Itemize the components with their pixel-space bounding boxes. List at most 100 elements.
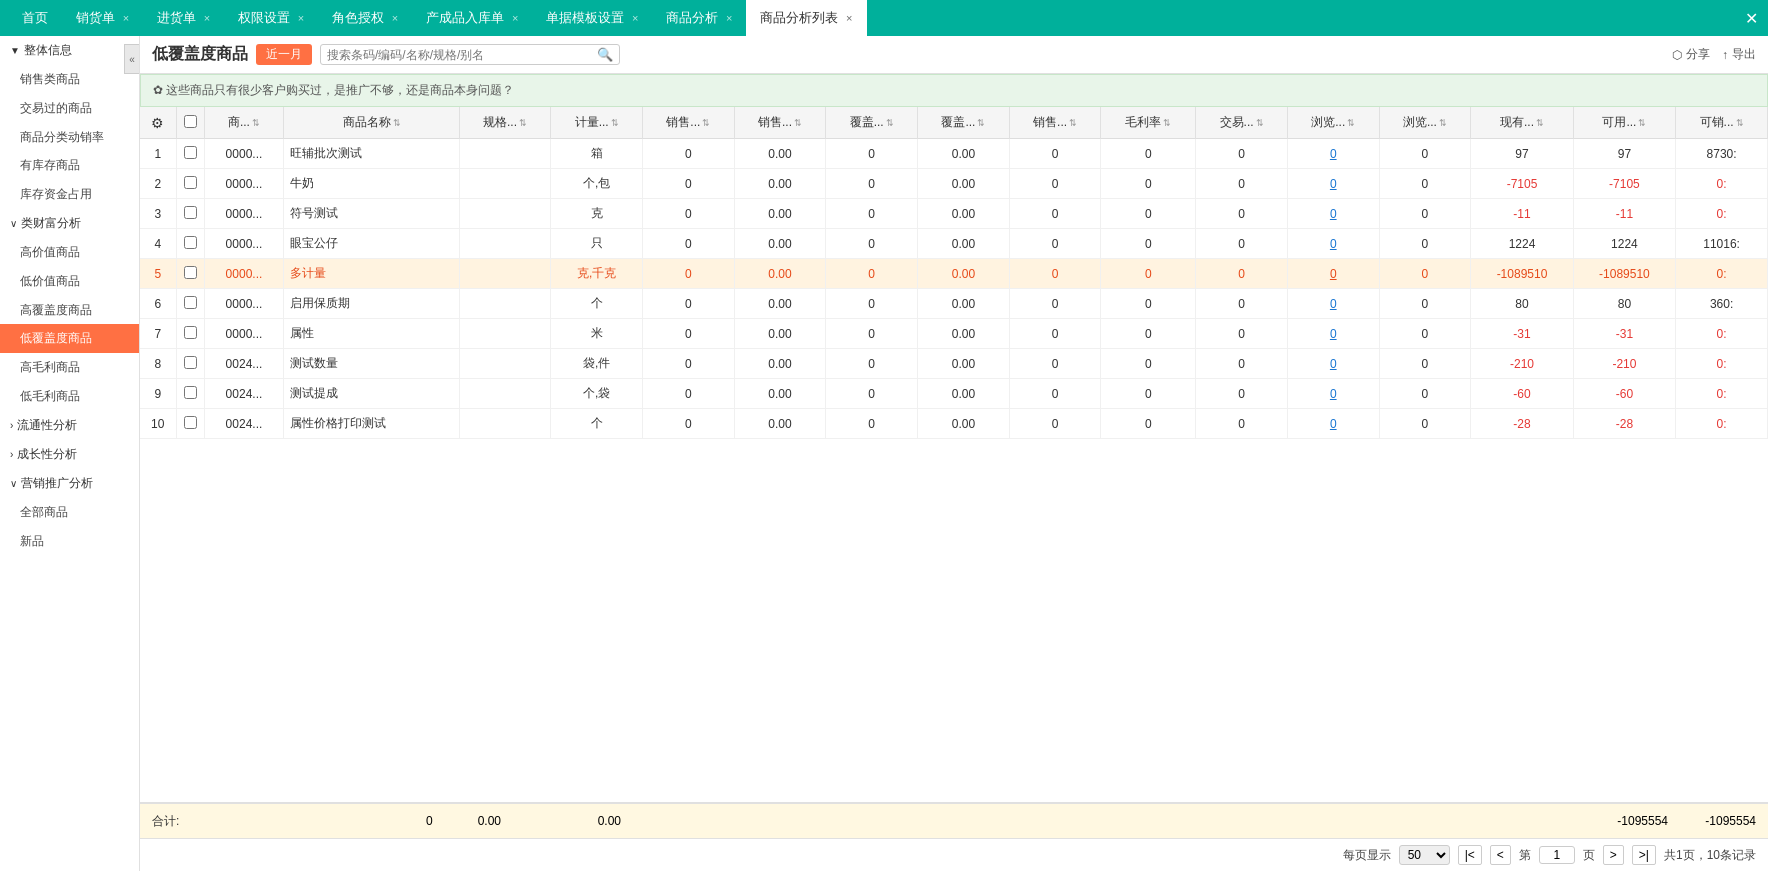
th-check[interactable] <box>176 107 204 139</box>
nav-sales-close[interactable]: × <box>123 12 129 24</box>
th-sellable: 可销...⇅ <box>1676 107 1768 139</box>
share-btn[interactable]: ⬡ 分享 <box>1672 46 1710 63</box>
row-checkbox[interactable] <box>176 229 204 259</box>
row-select-checkbox[interactable] <box>184 356 197 369</box>
first-page-btn[interactable]: |< <box>1458 845 1482 865</box>
row-available: -60 <box>1573 379 1675 409</box>
sidebar-item-low-margin[interactable]: 低毛利商品 <box>0 382 139 411</box>
section-arrow-overall: ▼ <box>10 45 20 56</box>
sidebar-item-low-value[interactable]: 低价值商品 <box>0 267 139 296</box>
sidebar-item-low-coverage[interactable]: 低覆盖度商品 <box>0 324 139 353</box>
sidebar-item-traded-goods[interactable]: 交易过的商品 <box>0 94 139 123</box>
select-all-checkbox[interactable] <box>184 115 197 128</box>
row-select-checkbox[interactable] <box>184 206 197 219</box>
nav-analysis-list-close[interactable]: × <box>846 12 852 24</box>
row-cov2: 0.00 <box>918 259 1010 289</box>
last-page-btn[interactable]: >| <box>1632 845 1656 865</box>
row-current: -7105 <box>1471 169 1573 199</box>
page-size-select[interactable]: 50 10 20 100 <box>1399 845 1450 865</box>
sidebar-item-high-margin[interactable]: 高毛利商品 <box>0 353 139 382</box>
nav-sales[interactable]: 销货单 × <box>62 0 143 36</box>
row-select-checkbox[interactable] <box>184 386 197 399</box>
row-browse1[interactable]: 0 <box>1287 199 1379 229</box>
nav-analysis[interactable]: 商品分析 × <box>652 0 746 36</box>
row-checkbox[interactable] <box>176 379 204 409</box>
row-checkbox[interactable] <box>176 139 204 169</box>
sidebar-item-category-rate[interactable]: 商品分类动销率 <box>0 123 139 152</box>
row-browse1[interactable]: 0 <box>1287 319 1379 349</box>
row-browse2: 0 <box>1379 349 1471 379</box>
nav-analysis-list[interactable]: 商品分析列表 × <box>746 0 866 36</box>
page-input[interactable] <box>1539 846 1575 864</box>
row-browse1[interactable]: 0 <box>1287 379 1379 409</box>
row-browse1[interactable]: 0 <box>1287 409 1379 439</box>
prev-page-btn[interactable]: < <box>1490 845 1511 865</box>
row-num: 8 <box>140 349 176 379</box>
row-sale3: 0 <box>1009 199 1101 229</box>
nav-home[interactable]: 首页 <box>8 0 62 36</box>
nav-permission-close[interactable]: × <box>298 12 304 24</box>
row-code: 0000... <box>204 229 284 259</box>
total-current: -1095554 <box>1588 814 1668 828</box>
table-container[interactable]: ⚙ 商...⇅ 商品名称⇅ 规格...⇅ 计量...⇅ 销售...⇅ 销售...… <box>140 107 1768 802</box>
sidebar-item-sales-goods[interactable]: 销售类商品 <box>0 65 139 94</box>
search-input[interactable] <box>327 48 597 62</box>
nav-analysis-close[interactable]: × <box>726 12 732 24</box>
window-close-btn[interactable]: ✕ <box>1745 9 1758 28</box>
search-icon[interactable]: 🔍 <box>597 47 613 62</box>
row-checkbox[interactable] <box>176 349 204 379</box>
nav-template-close[interactable]: × <box>632 12 638 24</box>
total-sale-qty: 0 <box>399 814 459 828</box>
nav-role-close[interactable]: × <box>392 12 398 24</box>
row-checkbox[interactable] <box>176 199 204 229</box>
next-page-btn[interactable]: > <box>1603 845 1624 865</box>
sidebar-section-overall[interactable]: ▼ 整体信息 <box>0 36 139 65</box>
nav-production-close[interactable]: × <box>512 12 518 24</box>
sidebar-collapse-btn[interactable]: « <box>124 44 140 74</box>
export-btn[interactable]: ↑ 导出 <box>1722 46 1756 63</box>
filter-btn[interactable]: 近一月 <box>256 44 312 65</box>
row-browse1[interactable]: 0 <box>1287 289 1379 319</box>
row-code: 0024... <box>204 379 284 409</box>
nav-production[interactable]: 产成品入库单 × <box>412 0 532 36</box>
sidebar-section-liquidity[interactable]: › 流通性分析 <box>0 411 139 440</box>
row-browse1[interactable]: 0 <box>1287 139 1379 169</box>
row-code: 0000... <box>204 199 284 229</box>
sidebar-item-capital[interactable]: 库存资金占用 <box>0 180 139 209</box>
sidebar-item-high-value[interactable]: 高价值商品 <box>0 238 139 267</box>
row-select-checkbox[interactable] <box>184 326 197 339</box>
nav-purchase[interactable]: 进货单 × <box>143 0 224 36</box>
row-checkbox[interactable] <box>176 169 204 199</box>
sidebar-section-marketing[interactable]: ∨ 营销推广分析 <box>0 469 139 498</box>
row-checkbox[interactable] <box>176 409 204 439</box>
row-select-checkbox[interactable] <box>184 266 197 279</box>
row-code: 0024... <box>204 409 284 439</box>
data-table: ⚙ 商...⇅ 商品名称⇅ 规格...⇅ 计量...⇅ 销售...⇅ 销售...… <box>140 107 1768 439</box>
total-cov2: 0.00 <box>579 814 639 828</box>
row-select-checkbox[interactable] <box>184 176 197 189</box>
nav-permission[interactable]: 权限设置 × <box>224 0 318 36</box>
row-select-checkbox[interactable] <box>184 296 197 309</box>
sidebar-item-all-goods[interactable]: 全部商品 <box>0 498 139 527</box>
row-browse1[interactable]: 0 <box>1287 349 1379 379</box>
sidebar-item-new-goods[interactable]: 新品 <box>0 527 139 556</box>
row-browse1[interactable]: 0 <box>1287 229 1379 259</box>
sidebar-item-high-coverage[interactable]: 高覆盖度商品 <box>0 296 139 325</box>
nav-purchase-close[interactable]: × <box>204 12 210 24</box>
row-name: 属性价格打印测试 <box>284 409 459 439</box>
row-checkbox[interactable] <box>176 259 204 289</box>
nav-template[interactable]: 单据模板设置 × <box>532 0 652 36</box>
row-checkbox[interactable] <box>176 289 204 319</box>
row-select-checkbox[interactable] <box>184 236 197 249</box>
settings-icon[interactable]: ⚙ <box>151 115 164 131</box>
row-select-checkbox[interactable] <box>184 146 197 159</box>
sidebar-section-wealth[interactable]: ∨ 类财富分析 <box>0 209 139 238</box>
row-checkbox[interactable] <box>176 319 204 349</box>
row-browse1[interactable]: 0 <box>1287 259 1379 289</box>
row-select-checkbox[interactable] <box>184 416 197 429</box>
row-browse1[interactable]: 0 <box>1287 169 1379 199</box>
nav-role[interactable]: 角色授权 × <box>318 0 412 36</box>
sidebar-item-in-stock[interactable]: 有库存商品 <box>0 151 139 180</box>
row-sellable: 0: <box>1676 409 1768 439</box>
sidebar-section-growth[interactable]: › 成长性分析 <box>0 440 139 469</box>
